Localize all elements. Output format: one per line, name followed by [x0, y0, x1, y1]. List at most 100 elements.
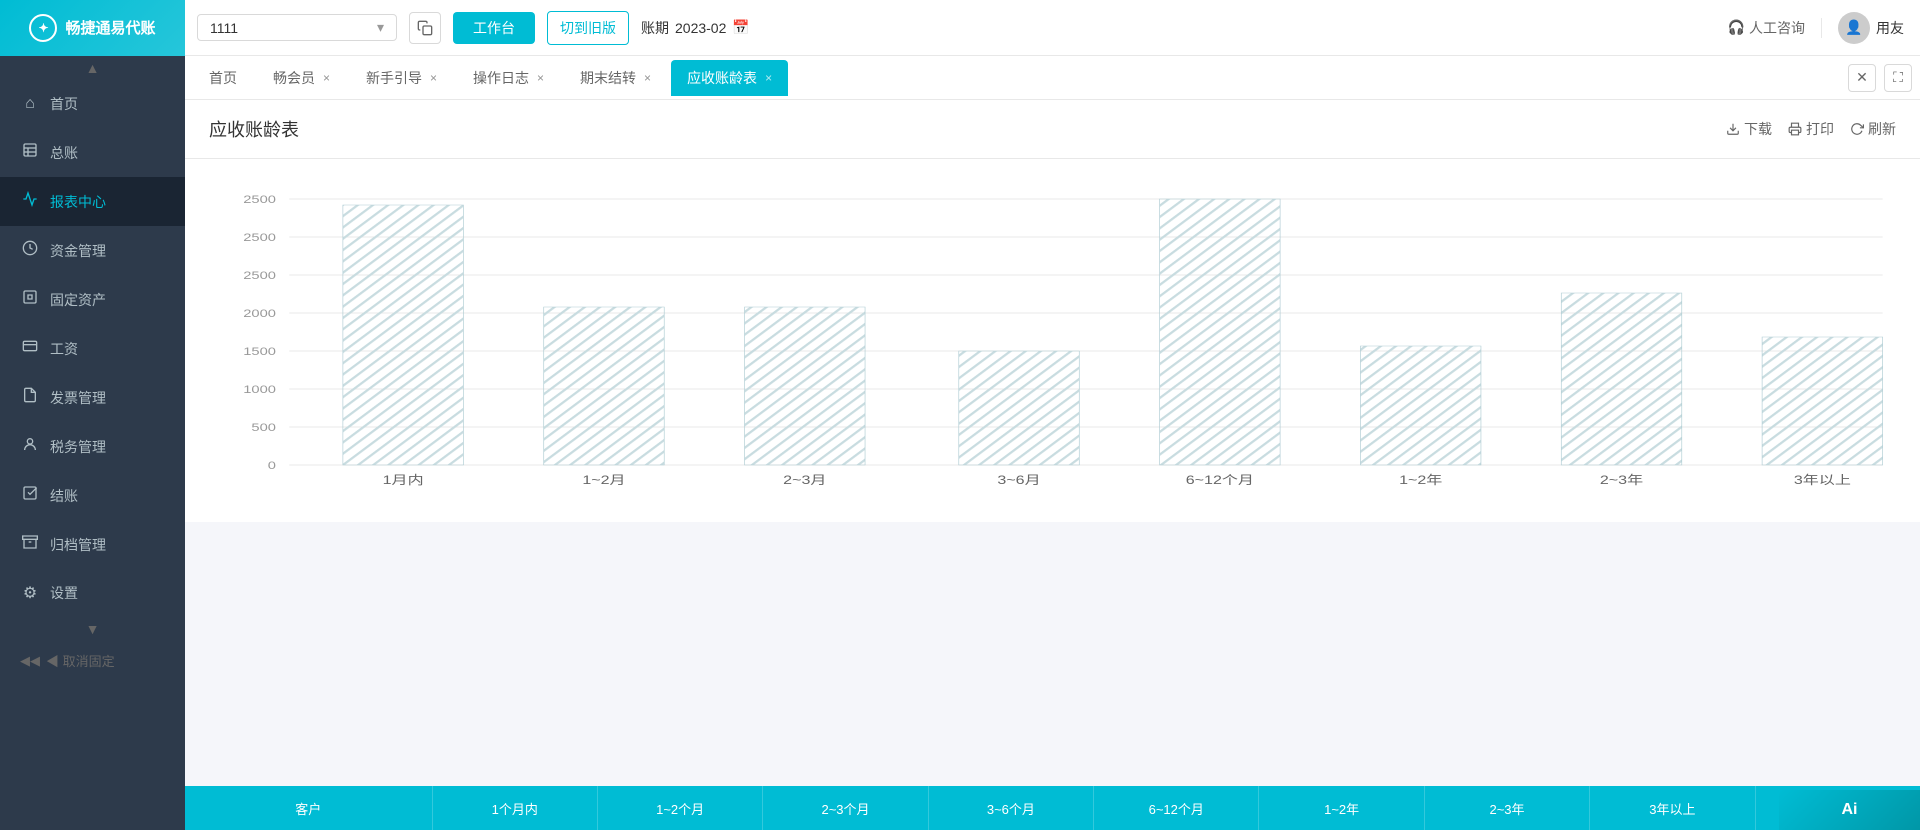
reports-icon	[20, 191, 40, 212]
period-area: 账期 2023-02 📅	[641, 18, 750, 38]
sidebar-item-funds[interactable]: 资金管理	[0, 226, 185, 275]
sidebar-item-tax[interactable]: 税务管理	[0, 422, 185, 471]
svg-text:0: 0	[268, 459, 276, 472]
content-spacer	[185, 522, 1920, 786]
tab-oplog[interactable]: 操作日志 ×	[457, 60, 560, 96]
page-title: 应收账龄表	[209, 116, 299, 142]
company-selector[interactable]: 1111 ▾	[197, 14, 397, 41]
tab-close-receivable-age[interactable]: ×	[765, 71, 772, 85]
assets-icon	[20, 289, 40, 310]
close-tabs-button[interactable]: ✕	[1848, 64, 1876, 92]
sidebar-item-label: 设置	[50, 583, 78, 603]
main-layout: ▲ ⌂ 首页 总账 报表中心 资金管理 固定资产	[0, 56, 1920, 830]
svg-text:1000: 1000	[243, 383, 276, 396]
workbench-button[interactable]: 工作台	[453, 12, 535, 44]
print-label: 打印	[1806, 119, 1834, 139]
footer-cell-2-3y: 2~3年	[1425, 786, 1590, 830]
tab-close-guide[interactable]: ×	[430, 71, 437, 85]
svg-text:1~2年: 1~2年	[1399, 474, 1442, 488]
svg-text:1~2月: 1~2月	[582, 474, 625, 488]
tab-close-period-end[interactable]: ×	[644, 71, 651, 85]
ledger-icon	[20, 142, 40, 163]
table-footer: 客户 1个月内 1~2个月 2~3个月 3~6个月 6~12个月	[185, 786, 1920, 830]
user-area[interactable]: 👤 用友	[1838, 12, 1904, 44]
funds-icon	[20, 240, 40, 261]
sidebar-scroll-up[interactable]: ▲	[0, 56, 185, 80]
tab-home[interactable]: 首页	[193, 60, 253, 96]
logo-text: 畅捷通易代账	[65, 17, 155, 38]
settings-icon: ⚙	[20, 583, 40, 603]
ai-badge[interactable]: Ai	[1779, 790, 1920, 830]
tab-member[interactable]: 畅会员 ×	[257, 60, 346, 96]
old-version-button[interactable]: 切到旧版	[547, 11, 629, 45]
headset-icon: 🎧	[1728, 19, 1745, 36]
tab-close-oplog[interactable]: ×	[537, 71, 544, 85]
tab-period-end[interactable]: 期末结转 ×	[564, 60, 667, 96]
sidebar-item-label: 发票管理	[50, 388, 106, 408]
top-header: ✦ 畅捷通易代账 1111 ▾ 工作台 切到旧版 账期 2023-02 📅 🎧 …	[0, 0, 1920, 56]
consultation-button[interactable]: 🎧 人工咨询	[1728, 18, 1805, 38]
header-right: 🎧 人工咨询 👤 用友	[1728, 12, 1904, 44]
footer-cell-1-2y: 1~2年	[1259, 786, 1424, 830]
tab-receivable-age[interactable]: 应收账龄表 ×	[671, 60, 788, 96]
chevron-down-icon: ▾	[377, 19, 384, 36]
download-label: 下载	[1744, 119, 1772, 139]
sidebar-item-home[interactable]: ⌂ 首页	[0, 80, 185, 128]
svg-text:500: 500	[251, 421, 276, 434]
download-button[interactable]: 下载	[1726, 119, 1772, 139]
refresh-button[interactable]: 刷新	[1850, 119, 1896, 139]
tabs-actions: ✕ ⛶	[1848, 64, 1912, 92]
sidebar-item-settings[interactable]: ⚙ 设置	[0, 569, 185, 617]
svg-text:6~12个月: 6~12个月	[1186, 474, 1254, 488]
page-header: 应收账龄表 下载 打印 刷新	[185, 100, 1920, 159]
print-button[interactable]: 打印	[1788, 119, 1834, 139]
sidebar-item-label: 总账	[50, 143, 78, 163]
expand-tabs-button[interactable]: ⛶	[1884, 64, 1912, 92]
sidebar-item-salary[interactable]: 工资	[0, 324, 185, 373]
avatar: 👤	[1838, 12, 1870, 44]
sidebar-item-invoice[interactable]: 发票管理	[0, 373, 185, 422]
tab-guide[interactable]: 新手引导 ×	[350, 60, 453, 96]
print-icon	[1788, 122, 1802, 136]
footer-cell-3y-plus: 3年以上	[1590, 786, 1755, 830]
footer-cell-1m: 1个月内	[433, 786, 598, 830]
sidebar-item-reports[interactable]: 报表中心	[0, 177, 185, 226]
copy-icon-button[interactable]	[409, 12, 441, 44]
svg-text:2~3月: 2~3月	[783, 474, 826, 488]
sidebar-item-ledger[interactable]: 总账	[0, 128, 185, 177]
user-label: 用友	[1876, 18, 1904, 38]
sidebar-item-archive[interactable]: 归档管理	[0, 520, 185, 569]
svg-text:2500: 2500	[243, 193, 276, 206]
footer-cell-6-12m: 6~12个月	[1094, 786, 1259, 830]
tab-label: 应收账龄表	[687, 68, 757, 88]
page-actions: 下载 打印 刷新	[1726, 119, 1896, 139]
sidebar-item-assets[interactable]: 固定资产	[0, 275, 185, 324]
sidebar-item-label: 固定资产	[50, 290, 106, 310]
tab-label: 操作日志	[473, 68, 529, 88]
sidebar-item-settlement[interactable]: 结账	[0, 471, 185, 520]
sidebar-item-label: 资金管理	[50, 241, 106, 261]
footer-cell-customer: 客户	[185, 786, 433, 830]
tab-label: 新手引导	[366, 68, 422, 88]
refresh-icon	[1850, 122, 1864, 136]
content-area: 首页 畅会员 × 新手引导 × 操作日志 × 期末结转 × 应收账龄表 ×	[185, 56, 1920, 830]
tab-close-member[interactable]: ×	[323, 71, 330, 85]
sidebar: ▲ ⌂ 首页 总账 报表中心 资金管理 固定资产	[0, 56, 185, 830]
sidebar-scroll-down[interactable]: ▼	[0, 617, 185, 641]
svg-text:1月内: 1月内	[383, 474, 424, 488]
svg-text:3年以上: 3年以上	[1794, 474, 1851, 488]
cancel-pin-button[interactable]: ◀◀ ◀ 取消固定	[0, 641, 185, 680]
svg-text:2500: 2500	[243, 269, 276, 282]
download-icon	[1726, 122, 1740, 136]
pin-icon: ◀◀	[20, 653, 40, 669]
tab-label: 期末结转	[580, 68, 636, 88]
calendar-icon[interactable]: 📅	[732, 19, 749, 36]
svg-text:2~3年: 2~3年	[1600, 474, 1643, 488]
company-name: 1111	[210, 20, 369, 36]
chart-container: 2500 2500 2500 2000 1500 1000 500 0	[185, 159, 1920, 522]
sidebar-item-label: 结账	[50, 486, 78, 506]
salary-icon	[20, 338, 40, 359]
logo: ✦ 畅捷通易代账	[0, 0, 185, 56]
svg-text:3~6月: 3~6月	[997, 474, 1040, 488]
tax-icon	[20, 436, 40, 457]
